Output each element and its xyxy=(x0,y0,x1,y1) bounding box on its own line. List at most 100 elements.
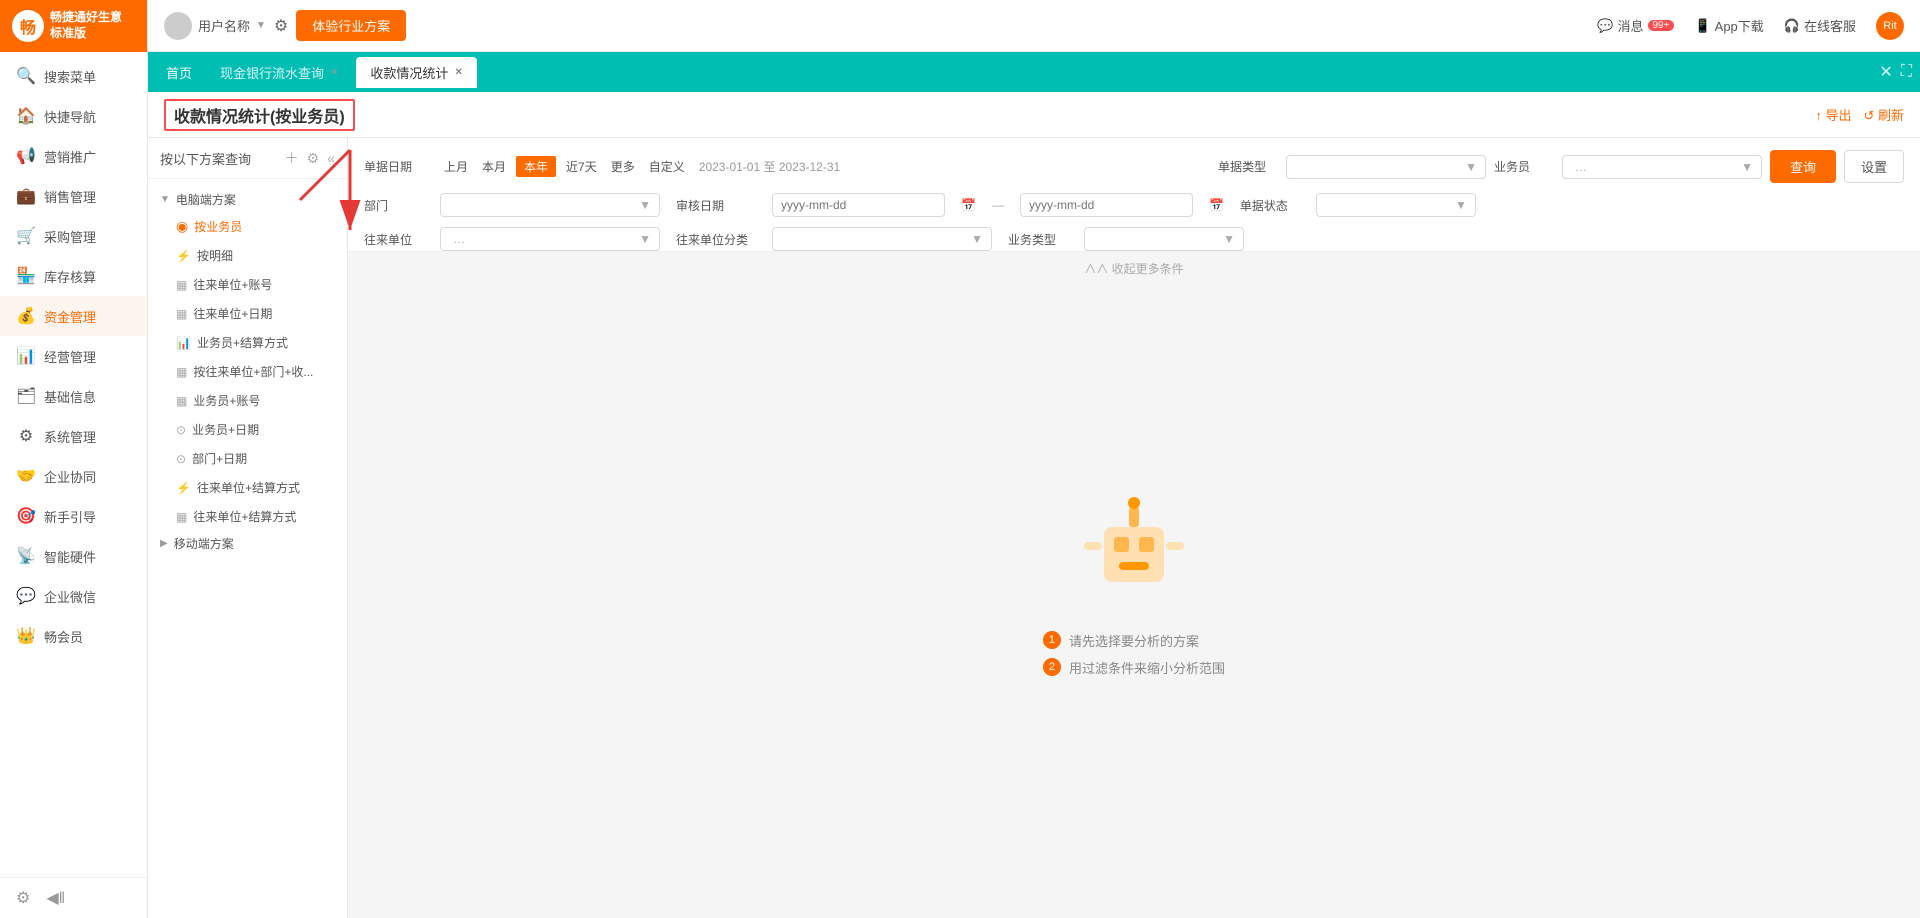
partner-label: 往来单位 xyxy=(364,231,424,248)
refresh-action[interactable]: ↺ 刷新 xyxy=(1863,105,1904,124)
voucher-status-select[interactable]: ▼ xyxy=(1316,193,1476,217)
tree-item-3[interactable]: ▦往来单位+日期 xyxy=(148,299,347,328)
settings-button[interactable]: 设置 xyxy=(1844,150,1904,183)
tree-item-10[interactable]: ▦往来单位+结算方式 xyxy=(148,502,347,531)
sidebar-item-企业微信[interactable]: 💬企业微信 xyxy=(0,576,147,616)
top-header: 用户名称 ▼ ⚙ 体验行业方案 💬 消息 99+ 📱 App下载 🎧 在线客服 … xyxy=(148,0,1920,52)
gear-icon[interactable]: ⚙ xyxy=(274,16,288,36)
partner-category-select[interactable]: ▼ xyxy=(772,227,992,251)
cal-to-icon[interactable]: 📅 xyxy=(1209,198,1224,212)
collapse-bar[interactable]: ∧∧ 收起更多条件 xyxy=(348,251,1920,285)
sidebar-item-营销推广[interactable]: 📢营销推广 xyxy=(0,136,147,176)
dept-select[interactable]: ▼ xyxy=(440,193,660,217)
tree-item-0[interactable]: ◉按业务员 xyxy=(148,212,347,241)
date-tab-this-year[interactable]: 本年 xyxy=(516,156,556,177)
sidebar-item-智能硬件[interactable]: 📡智能硬件 xyxy=(0,536,147,576)
tab-collection[interactable]: 收款情况统计 ✕ xyxy=(356,57,476,88)
collapse-icon[interactable]: ◀‖ xyxy=(46,888,65,908)
item-icon: ▦ xyxy=(176,278,187,292)
user-dropdown-arrow[interactable]: ▼ xyxy=(256,20,266,31)
query-button[interactable]: 查询 xyxy=(1770,150,1836,183)
sidebar-item-新手引导[interactable]: 🎯新手引导 xyxy=(0,496,147,536)
collapse-text: 收起更多条件 xyxy=(1112,262,1184,276)
sidebar-icon-12: 📡 xyxy=(16,546,36,566)
message-action[interactable]: 💬 消息 99+ xyxy=(1597,16,1674,35)
main-area: 用户名称 ▼ ⚙ 体验行业方案 💬 消息 99+ 📱 App下载 🎧 在线客服 … xyxy=(148,0,1920,918)
group-arrow: ▶ xyxy=(160,538,168,549)
tree-group: ▼电脑端方案◉按业务员⚡按明细▦往来单位+账号▦往来单位+日期📊业务员+结算方式… xyxy=(148,187,347,531)
sidebar-item-基础信息[interactable]: 🗂基础信息 xyxy=(0,376,147,416)
sidebar-icon-4: 🛒 xyxy=(16,226,36,246)
date-tab-more[interactable]: 更多 xyxy=(607,156,639,177)
tab-collection-close[interactable]: ✕ xyxy=(454,67,462,78)
salesman-more-icon[interactable]: … xyxy=(1575,160,1587,174)
tab-home[interactable]: 首页 xyxy=(156,57,202,88)
message-label: 消息 xyxy=(1617,16,1643,35)
app-logo: 畅 畅捷通好生意 标准版 xyxy=(0,0,147,52)
app-name: 畅捷通好生意 xyxy=(50,10,122,26)
sidebar-item-搜索菜单[interactable]: 🔍搜索菜单 xyxy=(0,56,147,96)
item-icon: ▦ xyxy=(176,394,187,408)
collapse-panel-btn[interactable]: « xyxy=(327,150,335,166)
export-action[interactable]: ↑ 导出 xyxy=(1815,105,1851,124)
tab-collection-label: 收款情况统计 xyxy=(370,63,448,82)
tree-item-5[interactable]: ▦按往来单位+部门+收... xyxy=(148,357,347,386)
tree-item-1[interactable]: ⚡按明细 xyxy=(148,241,347,270)
logo-icon: 畅 xyxy=(12,10,44,42)
tab-bar-right: ✕ ⛶ xyxy=(1879,62,1912,82)
date-tab-this-month[interactable]: 本月 xyxy=(478,156,510,177)
sidebar-item-快捷导航[interactable]: 🏠快捷导航 xyxy=(0,96,147,136)
add-scheme-btn[interactable]: ＋ xyxy=(285,148,299,168)
sidebar: 畅 畅捷通好生意 标准版 🔍搜索菜单🏠快捷导航📢营销推广💼销售管理🛒采购管理🏪库… xyxy=(0,0,148,918)
tree-item-9[interactable]: ⚡往来单位+结算方式 xyxy=(148,473,347,502)
page-title: 收款情况统计(按业务员) xyxy=(164,99,355,131)
trial-button[interactable]: 体验行业方案 xyxy=(296,10,406,41)
tip-item-2: 2 用过滤条件来缩小分析范围 xyxy=(1043,658,1225,677)
partner-select[interactable]: … ▼ xyxy=(440,227,660,251)
filter-row-3: 往来单位 … ▼ 往来单位分类 ▼ 业务类型 xyxy=(364,227,1904,251)
date-tab-custom[interactable]: 自定义 xyxy=(645,156,689,177)
date-tab-last-month[interactable]: 上月 xyxy=(440,156,472,177)
tree-group-label[interactable]: ▶移动端方案 xyxy=(148,531,347,556)
partner-more-icon[interactable]: … xyxy=(453,232,465,246)
app-download-label: App下载 xyxy=(1715,16,1764,35)
tree-item-4[interactable]: 📊业务员+结算方式 xyxy=(148,328,347,357)
salesman-select[interactable]: … ▼ xyxy=(1562,155,1762,179)
sidebar-item-企业协同[interactable]: 🤝企业协同 xyxy=(0,456,147,496)
scheme-settings-btn[interactable]: ⚙ xyxy=(307,150,320,167)
online-service-action[interactable]: 🎧 在线客服 xyxy=(1784,16,1856,35)
item-icon: ⊙ xyxy=(176,423,186,437)
settings-icon[interactable]: ⚙ xyxy=(16,888,30,908)
tree-item-6[interactable]: ▦业务员+账号 xyxy=(148,386,347,415)
action-buttons: 查询 设置 xyxy=(1770,150,1904,183)
date-tab-7days[interactable]: 近7天 xyxy=(562,156,601,177)
tree-item-8[interactable]: ⊙部门+日期 xyxy=(148,444,347,473)
tab-cashflow[interactable]: 现金银行流水查询 ✕ xyxy=(206,57,352,88)
sidebar-item-畅会员[interactable]: 👑畅会员 xyxy=(0,616,147,656)
app-download-action[interactable]: 📱 App下载 xyxy=(1694,16,1763,35)
review-date-to[interactable] xyxy=(1020,193,1193,217)
sidebar-item-系统管理[interactable]: ⚙系统管理 xyxy=(0,416,147,456)
sidebar-icon-5: 🏪 xyxy=(16,266,36,286)
filter-row-2: 部门 ▼ 审核日期 📅 — 📅 单据状态 xyxy=(364,193,1904,217)
close-window-icon[interactable]: ✕ xyxy=(1879,62,1892,82)
tab-cashflow-close[interactable]: ✕ xyxy=(330,67,338,78)
sidebar-item-经营管理[interactable]: 📊经营管理 xyxy=(0,336,147,376)
maximize-icon[interactable]: ⛶ xyxy=(1901,63,1912,81)
sidebar-item-采购管理[interactable]: 🛒采购管理 xyxy=(0,216,147,256)
biz-type-select[interactable]: ▼ xyxy=(1084,227,1244,251)
sidebar-item-资金管理[interactable]: 💰资金管理 xyxy=(0,296,147,336)
app-edition: 标准版 xyxy=(50,26,122,42)
empty-illustration xyxy=(1074,487,1194,607)
tree-item-2[interactable]: ▦往来单位+账号 xyxy=(148,270,347,299)
tree-group-label[interactable]: ▼电脑端方案 xyxy=(148,187,347,212)
cal-from-icon[interactable]: 📅 xyxy=(961,198,976,212)
voucher-type-select[interactable]: ▼ xyxy=(1286,155,1486,179)
review-date-from[interactable] xyxy=(772,193,945,217)
sidebar-item-库存核算[interactable]: 🏪库存核算 xyxy=(0,256,147,296)
message-icon: 💬 xyxy=(1597,18,1613,34)
tree-item-7[interactable]: ⊙业务员+日期 xyxy=(148,415,347,444)
sidebar-item-销售管理[interactable]: 💼销售管理 xyxy=(0,176,147,216)
salesman-label: 业务员 xyxy=(1494,158,1554,175)
panel-title: 按以下方案查询 xyxy=(160,149,251,168)
